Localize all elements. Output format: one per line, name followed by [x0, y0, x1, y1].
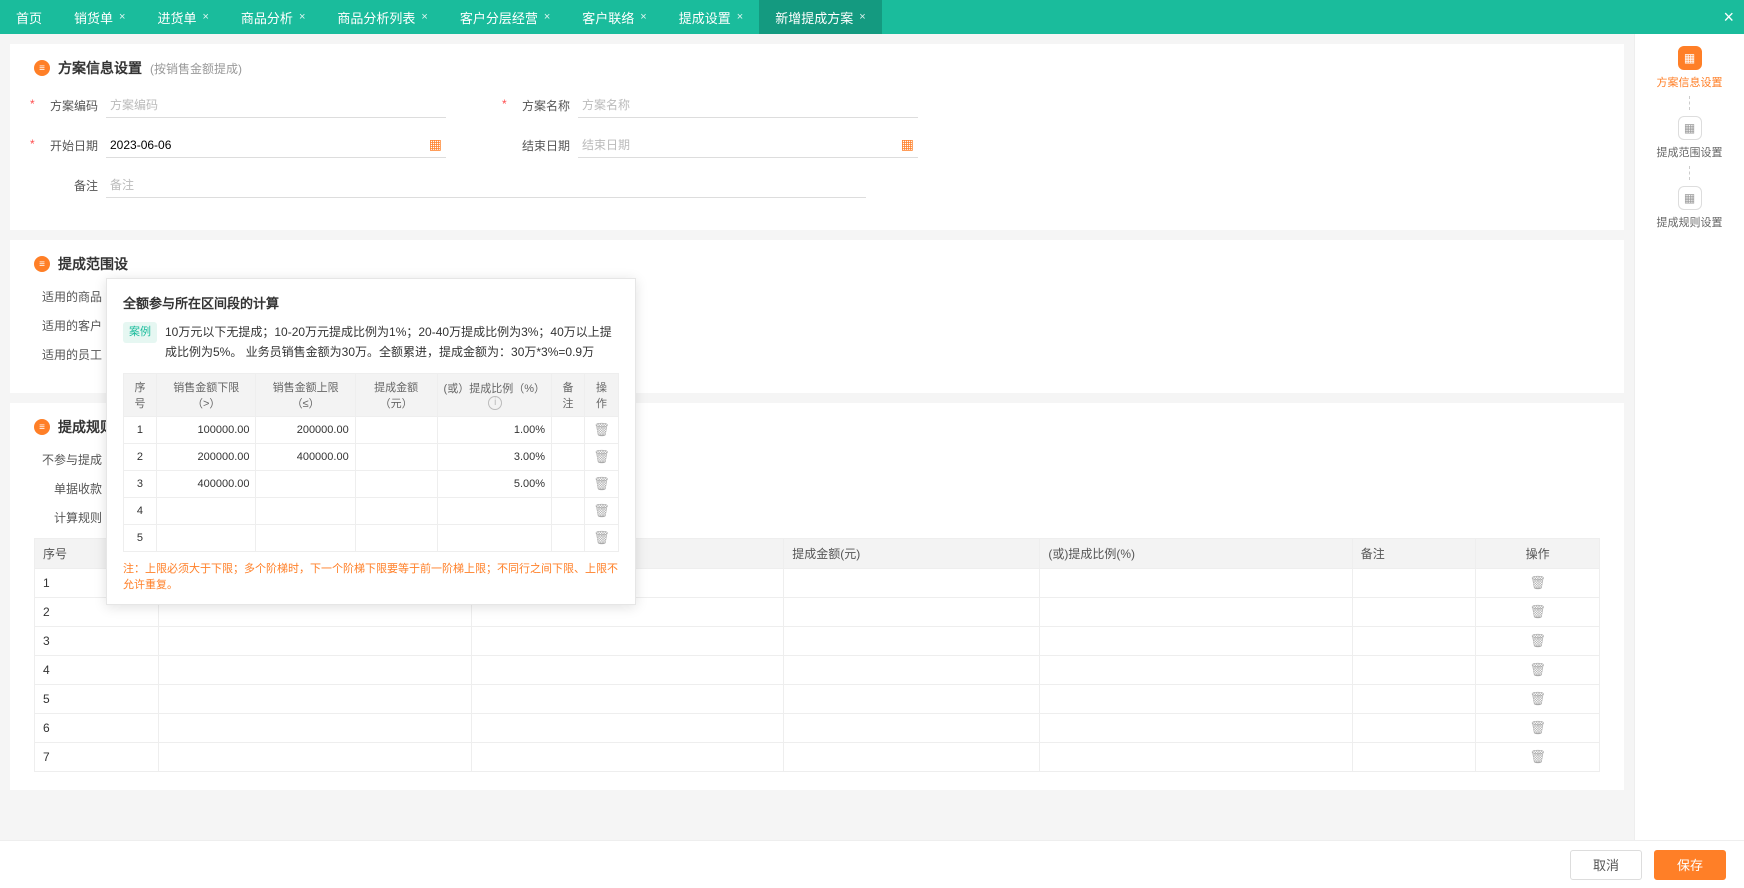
input-start-date[interactable] — [106, 132, 446, 158]
tab-客户分层经营[interactable]: 客户分层经营× — [444, 0, 566, 34]
tooltip-row: 2200000.00400000.003.00%🗑 — [124, 443, 619, 470]
delete-row-icon[interactable]: 🗑 — [593, 503, 610, 518]
tab-close-icon[interactable]: × — [299, 11, 305, 23]
tooltip-row: 4🗑 — [124, 497, 619, 524]
scope-label: 适用的客户 — [34, 317, 112, 334]
tab-close-icon[interactable]: × — [737, 11, 743, 23]
tab-销货单[interactable]: 销货单× — [58, 0, 141, 34]
section-icon: ≡ — [34, 419, 50, 435]
delete-row-icon[interactable]: 🗑 — [1529, 662, 1546, 677]
tab-close-icon[interactable]: × — [421, 11, 427, 23]
tooltip-heading: 全额参与所在区间段的计算 — [123, 293, 619, 312]
label-end-date: 结束日期 — [506, 137, 578, 154]
example-text: 10万元以下无提成；10-20万元提成比例为1%；20-40万提成比例为3%；4… — [165, 322, 619, 363]
footer-actions: 取消 保存 — [0, 840, 1744, 888]
example-badge: 案例 — [123, 322, 157, 343]
tooltip-row: 5🗑 — [124, 524, 619, 551]
label-scheme-code: 方案编码 — [34, 97, 106, 114]
cancel-button[interactable]: 取消 — [1570, 850, 1642, 880]
label-calc-rule: 计算规则 — [34, 509, 112, 526]
input-end-date[interactable] — [578, 132, 918, 158]
anchor-icon: ▦ — [1678, 116, 1702, 140]
tooltip-th: 销售金额下限（>） — [156, 373, 256, 416]
grid-header: 备注 — [1352, 539, 1476, 569]
anchor-connector — [1689, 96, 1690, 110]
tab-close-icon[interactable]: × — [119, 11, 125, 23]
tab-新增提成方案[interactable]: 新增提成方案× — [759, 0, 881, 34]
delete-row-icon[interactable]: 🗑 — [1529, 691, 1546, 706]
input-scheme-code[interactable] — [106, 92, 446, 118]
delete-row-icon[interactable]: 🗑 — [1529, 633, 1546, 648]
label-start-date: 开始日期 — [34, 137, 106, 154]
anchor-提成规则设置[interactable]: ▦ 提成规则设置 — [1657, 186, 1723, 230]
anchor-label: 方案信息设置 — [1657, 74, 1723, 90]
info-icon: i — [488, 396, 502, 410]
label-receipt: 单据收款 — [34, 480, 112, 497]
tab-商品分析[interactable]: 商品分析× — [225, 0, 321, 34]
table-row[interactable]: 5🗑 — [35, 685, 1600, 714]
table-row[interactable]: 4🗑 — [35, 656, 1600, 685]
grid-header: 操作 — [1476, 539, 1600, 569]
tooltip-th: 序号 — [124, 373, 157, 416]
section-title: 方案信息设置 — [58, 58, 142, 78]
tab-进货单[interactable]: 进货单× — [141, 0, 224, 34]
tab-close-icon[interactable]: × — [544, 11, 550, 23]
delete-row-icon[interactable]: 🗑 — [593, 530, 610, 545]
table-row[interactable]: 6🗑 — [35, 714, 1600, 743]
input-scheme-name[interactable] — [578, 92, 918, 118]
tooltip-th: 提成金额（元） — [355, 373, 437, 416]
tooltip-th: 备注 — [552, 373, 585, 416]
tooltip-row: 3400000.005.00%🗑 — [124, 470, 619, 497]
tab-bar: 首页销货单×进货单×商品分析×商品分析列表×客户分层经营×客户联络×提成设置×新… — [0, 0, 1744, 34]
tab-bar-close-icon[interactable]: × — [1723, 0, 1734, 34]
tooltip-note: 注：上限必须大于下限；多个阶梯时，下一个阶梯下限要等于前一阶梯上限；不同行之间下… — [123, 560, 619, 592]
delete-row-icon[interactable]: 🗑 — [1529, 749, 1546, 764]
tab-提成设置[interactable]: 提成设置× — [663, 0, 759, 34]
anchor-label: 提成规则设置 — [1657, 214, 1723, 230]
anchor-label: 提成范围设置 — [1657, 144, 1723, 160]
tab-close-icon[interactable]: × — [640, 11, 646, 23]
label-scheme-name: 方案名称 — [506, 97, 578, 114]
save-button[interactable]: 保存 — [1654, 850, 1726, 880]
tab-商品分析列表[interactable]: 商品分析列表× — [321, 0, 443, 34]
tooltip-row: 1100000.00200000.001.00%🗑 — [124, 416, 619, 443]
tooltip-th: 操作 — [584, 373, 618, 416]
scope-label: 适用的员工 — [34, 346, 112, 363]
delete-row-icon[interactable]: 🗑 — [1529, 575, 1546, 590]
scope-label: 适用的商品 — [34, 288, 112, 305]
input-remark[interactable] — [106, 172, 866, 198]
section-subtitle: (按销售金额提成) — [150, 60, 242, 77]
tab-客户联络[interactable]: 客户联络× — [566, 0, 662, 34]
example-table: 序号销售金额下限（>）销售金额上限（≤）提成金额（元）(或）提成比例（%）i备注… — [123, 373, 619, 552]
label-exclude: 不参与提成 — [34, 451, 112, 468]
tab-首页[interactable]: 首页 — [0, 0, 58, 34]
anchor-提成范围设置[interactable]: ▦ 提成范围设置 — [1657, 116, 1723, 160]
table-row[interactable]: 3🗑 — [35, 627, 1600, 656]
section-title: 提成范围设 — [58, 254, 128, 274]
delete-row-icon[interactable]: 🗑 — [593, 449, 610, 464]
main-content: ≡ 方案信息设置 (按销售金额提成) 方案编码 方案名称 开始日期 — [0, 34, 1634, 888]
panel-scheme-info: ≡ 方案信息设置 (按销售金额提成) 方案编码 方案名称 开始日期 — [10, 44, 1624, 230]
label-remark: 备注 — [34, 177, 106, 194]
anchor-nav: ▦ 方案信息设置 ▦ 提成范围设置 ▦ 提成规则设置 — [1634, 34, 1744, 888]
anchor-icon: ▦ — [1678, 186, 1702, 210]
delete-row-icon[interactable]: 🗑 — [1529, 604, 1546, 619]
tooltip-th: (或）提成比例（%）i — [437, 373, 552, 416]
anchor-connector — [1689, 166, 1690, 180]
grid-header: (或)提成比例(%) — [1040, 539, 1352, 569]
delete-row-icon[interactable]: 🗑 — [593, 422, 610, 437]
anchor-方案信息设置[interactable]: ▦ 方案信息设置 — [1657, 46, 1723, 90]
tab-close-icon[interactable]: × — [202, 11, 208, 23]
tab-close-icon[interactable]: × — [859, 11, 865, 23]
grid-header: 提成金额(元) — [784, 539, 1040, 569]
table-row[interactable]: 7🗑 — [35, 743, 1600, 772]
tooltip-th: 销售金额上限（≤） — [256, 373, 355, 416]
section-icon: ≡ — [34, 60, 50, 76]
delete-row-icon[interactable]: 🗑 — [593, 476, 610, 491]
example-tooltip: 全额参与所在区间段的计算 案例 10万元以下无提成；10-20万元提成比例为1%… — [106, 278, 636, 605]
anchor-icon: ▦ — [1678, 46, 1702, 70]
delete-row-icon[interactable]: 🗑 — [1529, 720, 1546, 735]
section-icon: ≡ — [34, 256, 50, 272]
